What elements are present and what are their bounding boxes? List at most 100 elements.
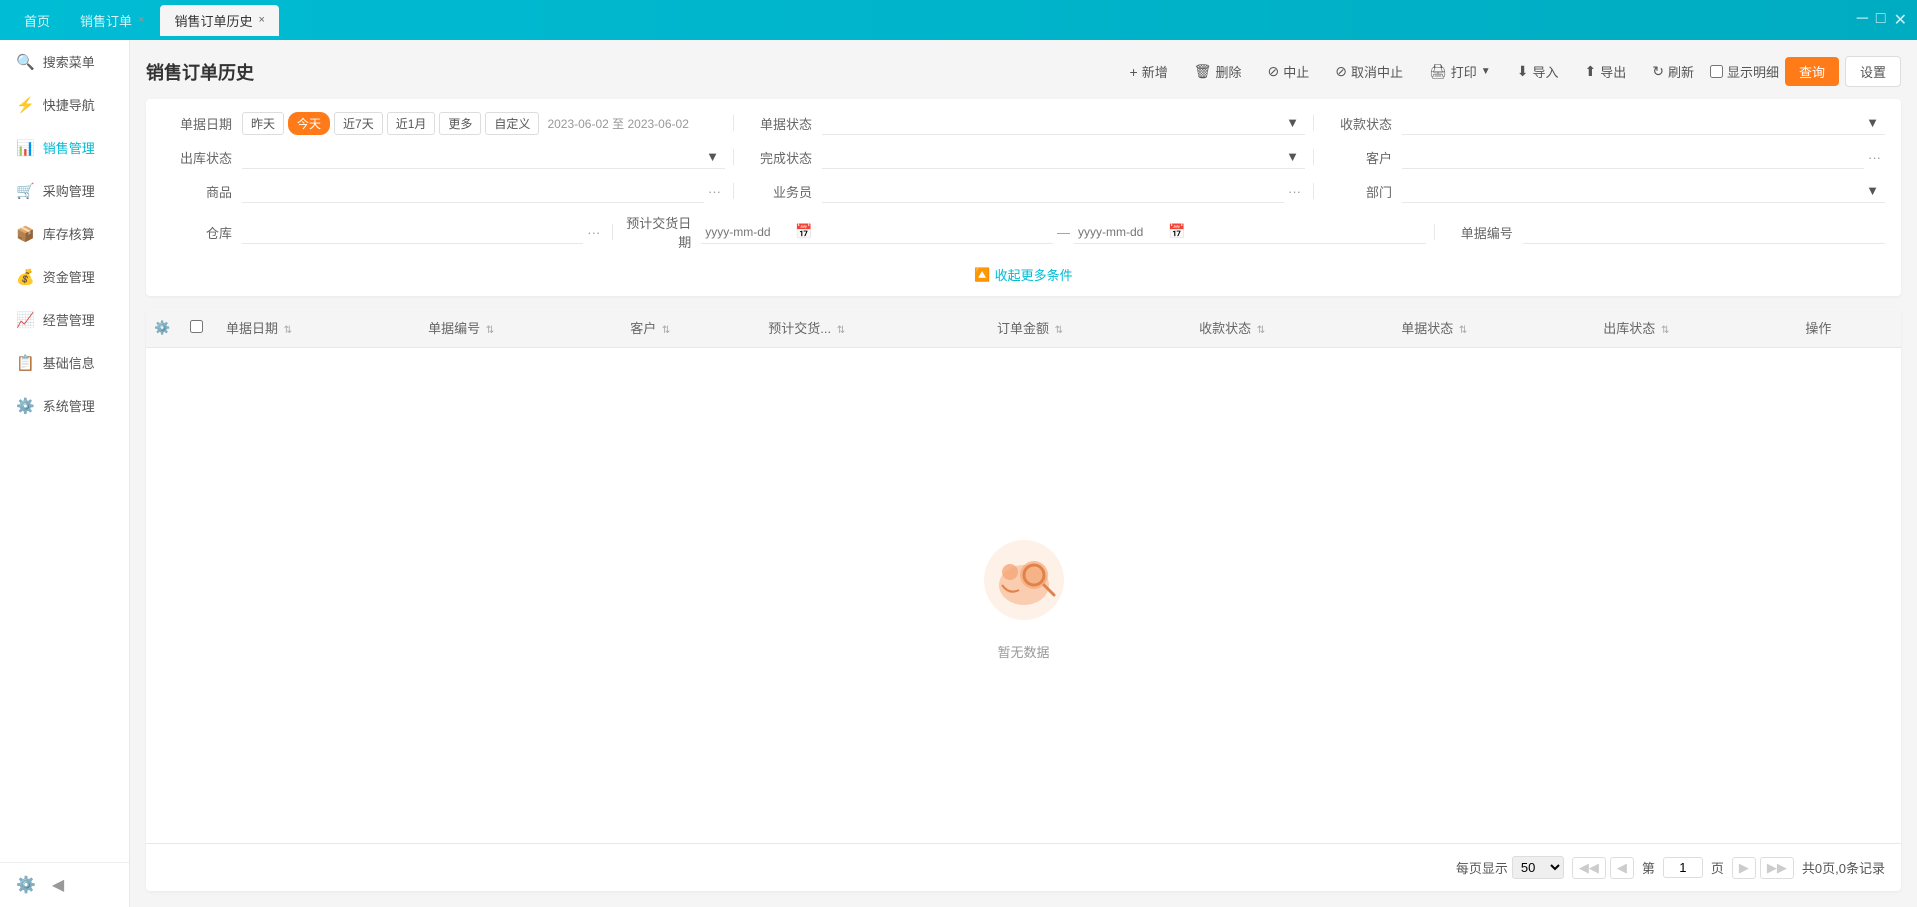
th-settings[interactable]: ⚙️	[146, 308, 182, 348]
sidebar-collapse-icon[interactable]: ◀	[52, 875, 64, 895]
import-button[interactable]: ⬇ 导入	[1507, 57, 1569, 86]
product-dots[interactable]: ···	[704, 184, 725, 199]
refresh-button[interactable]: ↻ 刷新	[1642, 57, 1704, 86]
divider-5	[733, 183, 734, 199]
salesrep-input[interactable]	[822, 179, 1284, 203]
customer-dots[interactable]: ···	[1864, 150, 1885, 165]
tab-sales-order-close[interactable]: ×	[138, 14, 144, 26]
sidebar-item-inventory-calc[interactable]: 📦 库存核算	[0, 212, 129, 255]
settings-icon[interactable]: ⚙️	[154, 320, 170, 335]
window-min-btn[interactable]: ─	[1857, 10, 1868, 30]
show-details-checkbox[interactable]: 显示明细	[1710, 62, 1779, 81]
th-checkbox[interactable]	[182, 308, 218, 348]
tab-sales-order-history-close[interactable]: ×	[258, 14, 264, 26]
outbound-filter: ▼	[242, 145, 725, 169]
sidebar-item-purchase-mgmt[interactable]: 🛒 采购管理	[0, 169, 129, 212]
page-number-input[interactable]	[1663, 857, 1703, 878]
tab-sales-order[interactable]: 销售订单 ×	[66, 5, 158, 36]
delivery-date-from-icon[interactable]: 📅	[795, 223, 812, 240]
sidebar-item-basic-info[interactable]: 📋 基础信息	[0, 341, 129, 384]
date-range-text: 2023-06-02 至 2023-06-02	[547, 115, 688, 132]
order-no-label: 单据编号	[1443, 223, 1523, 242]
window-max-btn[interactable]: □	[1876, 10, 1886, 30]
stop-button[interactable]: ⊘ 中止	[1258, 57, 1320, 86]
sidebar-item-finance-mgmt[interactable]: 💰 资金管理	[0, 255, 129, 298]
page-size-label: 每页显示	[1456, 858, 1508, 877]
warehouse-input[interactable]	[242, 220, 583, 244]
order-status-select[interactable]: ▼	[822, 111, 1305, 135]
th-order-status[interactable]: 单据状态 ⇅	[1393, 308, 1595, 348]
top-bar: 首页 销售订单 × 销售订单历史 × ─ □ ✕	[0, 0, 1917, 40]
window-controls: ─ □ ✕	[1857, 10, 1907, 30]
warehouse-dots[interactable]: ···	[583, 225, 604, 240]
filter-row-1: 单据日期 昨天 今天 近7天 近1月 更多 自定义 2023-06-02 至 2…	[162, 111, 1885, 135]
last-page-btn[interactable]: ▶▶	[1760, 857, 1794, 879]
outbound-select[interactable]: ▼	[242, 145, 725, 169]
sort-date-icon: ⇅	[284, 325, 292, 336]
salesrep-dots[interactable]: ···	[1284, 184, 1305, 199]
export-button[interactable]: ⬆ 导出	[1574, 57, 1636, 86]
stop-icon: ⊘	[1268, 63, 1280, 80]
today-btn[interactable]: 今天	[288, 112, 330, 135]
print-dropdown-icon: ▼	[1481, 66, 1491, 77]
page-size-select[interactable]: 10 20 50 100	[1512, 856, 1564, 879]
import-label: 导入	[1532, 62, 1558, 81]
sidebar-item-quick-nav[interactable]: ⚡ 快捷导航	[0, 83, 129, 126]
delivery-date-from-input[interactable]	[701, 221, 791, 243]
th-amount[interactable]: 订单金额 ⇅	[989, 308, 1191, 348]
sidebar-settings-icon[interactable]: ⚙️	[16, 875, 36, 895]
completion-select[interactable]: ▼	[822, 145, 1305, 169]
department-select[interactable]: ▼	[1402, 179, 1885, 203]
th-order-no[interactable]: 单据编号 ⇅	[420, 308, 622, 348]
sidebar-item-sys-mgmt[interactable]: ⚙️ 系统管理	[0, 384, 129, 427]
th-amount-label: 订单金额	[997, 321, 1049, 336]
first-page-btn[interactable]: ◀◀	[1572, 857, 1606, 879]
sidebar-item-ops-mgmt[interactable]: 📈 经营管理	[0, 298, 129, 341]
last1m-btn[interactable]: 近1月	[387, 112, 436, 135]
product-filter: ···	[242, 179, 725, 203]
delivery-date-to-icon[interactable]: 📅	[1168, 223, 1185, 240]
show-details-input[interactable]	[1710, 65, 1723, 78]
print-button[interactable]: 🖨 打印 ▼	[1419, 57, 1501, 86]
th-outbound-status[interactable]: 出库状态 ⇅	[1595, 308, 1797, 348]
sidebar-item-ops-mgmt-label: 经营管理	[43, 310, 95, 329]
cancel-stop-button[interactable]: ⊘ 取消中止	[1325, 57, 1413, 86]
customer-input[interactable]	[1402, 145, 1864, 169]
order-no-filter	[1523, 220, 1885, 244]
custom-btn[interactable]: 自定义	[485, 112, 539, 135]
product-input[interactable]	[242, 179, 704, 203]
tab-sales-order-label: 销售订单	[80, 11, 132, 30]
next-page-btn[interactable]: ▶	[1732, 857, 1756, 879]
query-button[interactable]: 查询	[1785, 57, 1839, 86]
th-date[interactable]: 单据日期 ⇅	[218, 308, 420, 348]
sidebar-item-purchase-mgmt-label: 采购管理	[43, 181, 95, 200]
prev-page-btn[interactable]: ◀	[1610, 857, 1634, 879]
sort-receipt-status-icon: ⇅	[1257, 325, 1265, 336]
order-no-input[interactable]	[1523, 220, 1885, 244]
last7-btn[interactable]: 近7天	[334, 112, 383, 135]
total-records-info: 共0页,0条记录	[1802, 858, 1885, 877]
tab-home[interactable]: 首页	[10, 5, 64, 36]
delete-button[interactable]: 🗑 删除	[1184, 57, 1252, 86]
sidebar-item-search-menu[interactable]: 🔍 搜索菜单	[0, 40, 129, 83]
delivery-date-to-input[interactable]	[1074, 221, 1164, 243]
tab-sales-order-history[interactable]: 销售订单历史 ×	[160, 5, 278, 36]
window-close-btn[interactable]: ✕	[1894, 10, 1907, 30]
add-button[interactable]: + 新增	[1120, 57, 1178, 86]
refresh-label: 刷新	[1668, 62, 1694, 81]
sidebar-item-sales-mgmt[interactable]: 📊 销售管理	[0, 126, 129, 169]
sidebar-item-search-menu-label: 搜索菜单	[43, 52, 95, 71]
yesterday-btn[interactable]: 昨天	[242, 112, 284, 135]
order-status-label: 单据状态	[742, 114, 822, 133]
data-table: ⚙️ 单据日期 ⇅ 单据编号 ⇅	[146, 308, 1901, 348]
th-receipt-status[interactable]: 收款状态 ⇅	[1191, 308, 1393, 348]
th-customer[interactable]: 客户 ⇅	[622, 308, 760, 348]
th-customer-label: 客户	[630, 321, 656, 336]
select-all-checkbox[interactable]	[190, 320, 203, 333]
basic-info-icon: 📋	[16, 354, 35, 372]
collapse-button[interactable]: 🔼 收起更多条件	[162, 261, 1885, 284]
th-delivery-date[interactable]: 预计交货... ⇅	[760, 308, 989, 348]
more-btn[interactable]: 更多	[439, 112, 481, 135]
settings-button[interactable]: 设置	[1845, 56, 1901, 87]
receipt-status-select[interactable]: ▼	[1402, 111, 1885, 135]
